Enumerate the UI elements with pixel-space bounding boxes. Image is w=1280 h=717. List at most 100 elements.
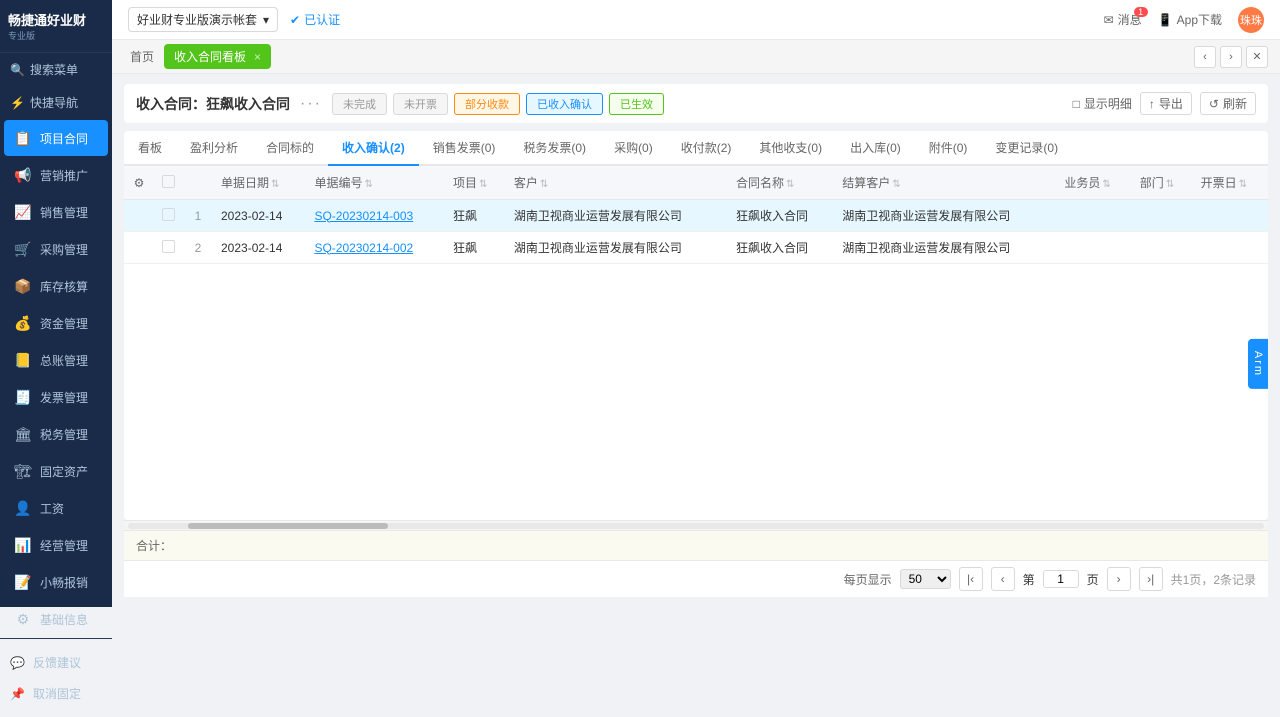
- order-no-link-1[interactable]: SQ-20230214-002: [314, 241, 413, 255]
- status-incomplete[interactable]: 未完成: [332, 93, 387, 115]
- export-icon: ↑: [1149, 97, 1155, 111]
- message-button[interactable]: ✉ 1 消息: [1104, 11, 1142, 28]
- subtab-other_income[interactable]: 其他收支(0): [745, 131, 836, 166]
- contract-actions: □ 显示明细 ↑ 导出 ↺ 刷新: [1073, 92, 1256, 115]
- close-icon[interactable]: ×: [254, 50, 261, 64]
- app-download-label: App下载: [1177, 11, 1222, 28]
- col-header-order_no[interactable]: 单据编号⇅: [306, 166, 445, 200]
- row-checkbox-0[interactable]: [162, 208, 175, 221]
- subtab-payment[interactable]: 收付款(2): [667, 131, 746, 166]
- sidebar-unpin[interactable]: 📌 取消固定: [0, 678, 112, 709]
- status-confirmed[interactable]: 已收入确认: [526, 93, 603, 115]
- prev-tab-button[interactable]: ‹: [1194, 46, 1216, 68]
- col-header-settle_customer[interactable]: 结算客户⇅: [834, 166, 1056, 200]
- data-table-wrap[interactable]: ⚙ 单据日期⇅单据编号⇅项目⇅客户⇅合同名称⇅结算客户⇅业务员⇅部门⇅开票日⇅ 1…: [124, 166, 1268, 520]
- col-header-salesperson[interactable]: 业务员⇅: [1056, 166, 1131, 200]
- show-detail-checkbox[interactable]: □ 显示明细: [1073, 95, 1132, 112]
- subtab-sales_invoice[interactable]: 销售发票(0): [419, 131, 510, 166]
- right-panel[interactable]: Arm: [1248, 339, 1268, 389]
- certified-label: 已认证: [304, 11, 340, 28]
- sidebar-item-marketing[interactable]: 📢营销推广: [4, 157, 108, 193]
- settings-icon[interactable]: ⚙: [134, 176, 145, 190]
- sidebar-item-assets[interactable]: 🏗固定资产: [4, 453, 108, 489]
- first-page-button[interactable]: |‹: [959, 567, 983, 591]
- status-active[interactable]: 已生效: [609, 93, 664, 115]
- col-header-check: [154, 166, 183, 200]
- col-header-project[interactable]: 项目⇅: [445, 166, 506, 200]
- subtab-change_log[interactable]: 变更记录(0): [981, 131, 1072, 166]
- subtab-attachment[interactable]: 附件(0): [915, 131, 982, 166]
- select-all-checkbox[interactable]: [162, 175, 175, 188]
- row-checkbox-1[interactable]: [162, 240, 175, 253]
- prev-page-button[interactable]: ‹: [991, 567, 1015, 591]
- subtab-tax_invoice[interactable]: 税务发票(0): [509, 131, 600, 166]
- order-no-link-0[interactable]: SQ-20230214-003: [314, 209, 413, 223]
- sidebar-logo-sub: 专业版: [8, 29, 104, 42]
- sidebar-item-project-contract[interactable]: 📋项目合同: [4, 120, 108, 156]
- sidebar: 畅捷通好业财 专业版 🔍 搜索菜单 ⚡ 快捷导航 📋项目合同📢营销推广📈销售管理…: [0, 0, 112, 607]
- page-size-select[interactable]: 50 100 200: [900, 569, 951, 589]
- col-header-date[interactable]: 单据日期⇅: [213, 166, 306, 200]
- company-selector[interactable]: 好业财专业版演示帐套 ▾: [128, 7, 278, 32]
- export-button[interactable]: ↑ 导出: [1140, 92, 1192, 115]
- sidebar-item-tax[interactable]: 🏛税务管理: [4, 416, 108, 452]
- horizontal-scrollbar[interactable]: [124, 520, 1268, 530]
- refresh-icon: ↺: [1209, 97, 1219, 111]
- close-tab-button[interactable]: ✕: [1246, 46, 1268, 68]
- sidebar-quick-nav[interactable]: ⚡ 快捷导航: [0, 86, 112, 119]
- next-page-button[interactable]: ›: [1107, 567, 1131, 591]
- project-contract-icon: 📋: [14, 129, 32, 147]
- subtab-inventory[interactable]: 出入库(0): [836, 131, 915, 166]
- sidebar-item-purchase[interactable]: 🛒采购管理: [4, 231, 108, 267]
- more-button[interactable]: ···: [300, 95, 322, 113]
- subtab-profit[interactable]: 盈利分析: [176, 131, 252, 166]
- sidebar-item-base[interactable]: ⚙基础信息: [4, 601, 108, 637]
- right-panel-label: Arm: [1252, 351, 1264, 377]
- app-download-button[interactable]: 📱 App下载: [1158, 11, 1222, 28]
- next-tab-button[interactable]: ›: [1220, 46, 1242, 68]
- export-label: 导出: [1159, 95, 1183, 112]
- active-tab[interactable]: 收入合同看板 ×: [164, 44, 271, 69]
- hr-icon: 👤: [14, 499, 32, 517]
- sidebar-item-expense[interactable]: 📊经营管理: [4, 527, 108, 563]
- user-avatar[interactable]: 珠珠: [1238, 7, 1264, 33]
- cell-salesperson-0: [1056, 200, 1131, 232]
- sidebar-item-accounting[interactable]: 📒总账管理: [4, 342, 108, 378]
- home-tab[interactable]: 首页: [124, 46, 160, 67]
- subtab-income_confirm[interactable]: 收入确认(2): [328, 131, 419, 166]
- sidebar-feedback[interactable]: 💬 反馈建议: [0, 647, 112, 678]
- cell-settings-1: [124, 232, 154, 264]
- sidebar-search[interactable]: 🔍 搜索菜单: [0, 53, 112, 86]
- subtab-purchase[interactable]: 采购(0): [600, 131, 667, 166]
- sidebar-item-hr[interactable]: 👤工资: [4, 490, 108, 526]
- report-icon: 📝: [14, 573, 32, 591]
- sidebar-bottom: 💬 反馈建议 📌 取消固定: [0, 638, 112, 717]
- page-content: 收入合同：狂飙收入合同 ··· 未完成未开票部分收款已收入确认已生效 □ 显示明…: [112, 74, 1280, 607]
- col-header-open_date[interactable]: 开票日⇅: [1193, 166, 1268, 200]
- subtab-contract_standard[interactable]: 合同标的: [252, 131, 328, 166]
- sidebar-item-invoice[interactable]: 🧾发票管理: [4, 379, 108, 415]
- sidebar-item-capital[interactable]: 💰资金管理: [4, 305, 108, 341]
- search-icon: 🔍: [10, 63, 25, 77]
- col-header-contract_name[interactable]: 合同名称⇅: [728, 166, 834, 200]
- sidebar-item-inventory[interactable]: 📦库存核算: [4, 268, 108, 304]
- col-header-customer[interactable]: 客户⇅: [506, 166, 728, 200]
- subtab-dashboard[interactable]: 看板: [124, 131, 176, 166]
- sidebar-items: 📋项目合同📢营销推广📈销售管理🛒采购管理📦库存核算💰资金管理📒总账管理🧾发票管理…: [0, 119, 112, 638]
- last-page-button[interactable]: ›|: [1139, 567, 1163, 591]
- table-row[interactable]: 12023-02-14SQ-20230214-003狂飙湖南卫视商业运营发展有限…: [124, 200, 1268, 232]
- table-row[interactable]: 22023-02-14SQ-20230214-002狂飙湖南卫视商业运营发展有限…: [124, 232, 1268, 264]
- col-header-department[interactable]: 部门⇅: [1132, 166, 1193, 200]
- sort-icon-order_no: ⇅: [364, 179, 372, 190]
- status-partial[interactable]: 部分收款: [454, 93, 520, 115]
- refresh-button[interactable]: ↺ 刷新: [1200, 92, 1256, 115]
- sidebar-item-sales[interactable]: 📈销售管理: [4, 194, 108, 230]
- sidebar-label-invoice: 发票管理: [40, 389, 88, 406]
- company-name: 好业财专业版演示帐套: [137, 11, 257, 28]
- page-number-input[interactable]: [1043, 570, 1079, 588]
- sidebar-item-report[interactable]: 📝小畅报销: [4, 564, 108, 600]
- cell-date-1: 2023-02-14: [213, 232, 306, 264]
- status-uninvoiced[interactable]: 未开票: [393, 93, 448, 115]
- cell-department-1: [1132, 232, 1193, 264]
- sidebar-label-inventory: 库存核算: [40, 278, 88, 295]
